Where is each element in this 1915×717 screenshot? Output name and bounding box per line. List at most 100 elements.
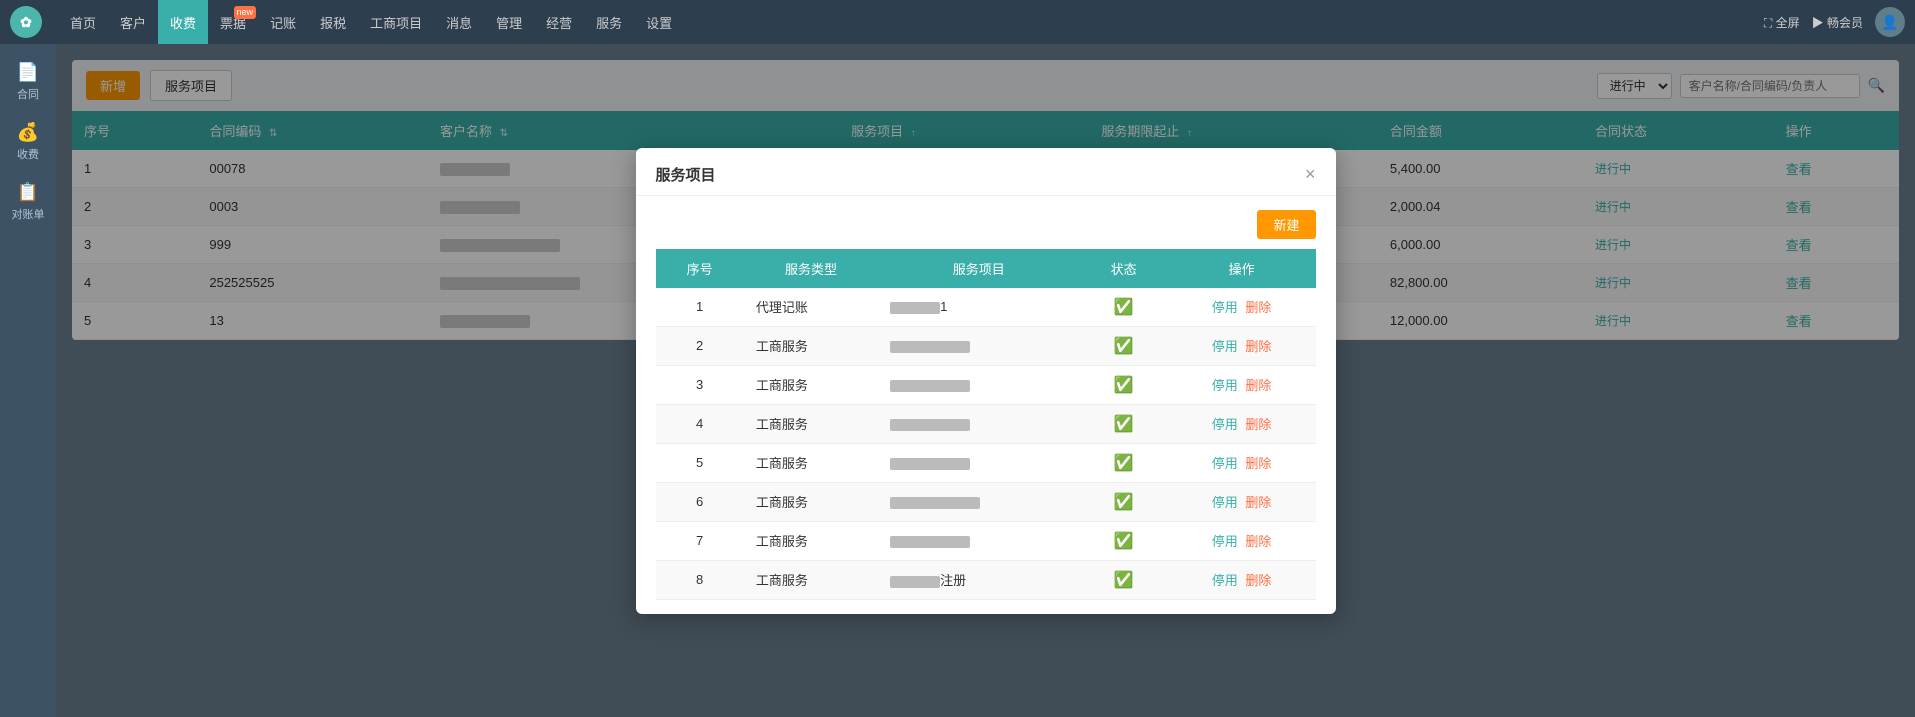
modal-col-item: 服务项目 (878, 249, 1079, 288)
modal-body: 新建 序号 服务类型 服务项目 状态 操作 (636, 196, 1336, 614)
stop-button[interactable]: 停用 (1212, 300, 1238, 315)
delete-button[interactable]: 删除 (1245, 573, 1271, 588)
modal-title: 服务项目 (656, 164, 716, 185)
modal-cell-status: ✅ (1079, 404, 1167, 443)
list-item: 5 工商服务 ✅ 停用 删除 (656, 443, 1316, 482)
nav-message[interactable]: 消息 (434, 0, 484, 44)
modal-cell-status: ✅ (1079, 560, 1167, 599)
modal-cell-action[interactable]: 停用 删除 (1168, 404, 1316, 443)
modal-cell-status: ✅ (1079, 288, 1167, 327)
billing-icon: 💰 (17, 122, 39, 143)
modal-cell-status: ✅ (1079, 365, 1167, 404)
modal-col-type: 服务类型 (744, 249, 878, 288)
delete-button[interactable]: 删除 (1245, 534, 1271, 549)
list-item: 4 工商服务 ✅ 停用 删除 (656, 404, 1316, 443)
delete-button[interactable]: 删除 (1245, 417, 1271, 432)
list-item: 3 工商服务 ✅ 停用 删除 (656, 365, 1316, 404)
contract-icon: 📄 (17, 62, 39, 83)
modal-cell-item: 注册 (878, 560, 1079, 599)
status-check-icon: ✅ (1114, 455, 1134, 472)
stop-button[interactable]: 停用 (1212, 573, 1238, 588)
delete-button[interactable]: 删除 (1245, 339, 1271, 354)
nav-home[interactable]: 首页 (58, 0, 108, 44)
new-badge: new (234, 6, 257, 19)
modal-cell-item (878, 365, 1079, 404)
nav-service[interactable]: 服务 (584, 0, 634, 44)
modal-cell-type: 工商服务 (744, 482, 878, 521)
stop-button[interactable]: 停用 (1212, 378, 1238, 393)
delete-button[interactable]: 删除 (1245, 456, 1271, 471)
sidebar-contract-label: 合同 (17, 86, 39, 102)
stop-button[interactable]: 停用 (1212, 456, 1238, 471)
modal-cell-seq: 7 (656, 521, 744, 560)
modal-cell-action[interactable]: 停用 删除 (1168, 560, 1316, 599)
modal-cell-seq: 1 (656, 288, 744, 327)
delete-button[interactable]: 删除 (1245, 300, 1271, 315)
modal-cell-status: ✅ (1079, 443, 1167, 482)
modal-cell-type: 工商服务 (744, 365, 878, 404)
modal-close-button[interactable]: × (1305, 165, 1316, 183)
nav-settings[interactable]: 设置 (634, 0, 684, 44)
modal-cell-seq: 3 (656, 365, 744, 404)
modal-cell-action[interactable]: 停用 删除 (1168, 482, 1316, 521)
nav-invoice[interactable]: 票据 new (208, 0, 258, 44)
stop-button[interactable]: 停用 (1212, 417, 1238, 432)
modal-cell-type: 工商服务 (744, 404, 878, 443)
status-check-icon: ✅ (1114, 377, 1134, 394)
list-item: 8 工商服务 注册 ✅ 停用 删除 (656, 560, 1316, 599)
modal-cell-action[interactable]: 停用 删除 (1168, 443, 1316, 482)
modal-col-status: 状态 (1079, 249, 1167, 288)
nav-tax[interactable]: 报税 (308, 0, 358, 44)
modal-cell-action[interactable]: 停用 删除 (1168, 521, 1316, 560)
nav-commerce[interactable]: 工商项目 (358, 0, 434, 44)
member-btn[interactable]: ▶ 畅会员 (1812, 14, 1863, 31)
modal-new-button[interactable]: 新建 (1257, 210, 1315, 239)
right-tools: ⛶ 全屏 ▶ 畅会员 👤 (1764, 7, 1905, 37)
status-check-icon: ✅ (1114, 338, 1134, 355)
status-check-icon: ✅ (1114, 494, 1134, 511)
service-items-table: 序号 服务类型 服务项目 状态 操作 1 代理记账 1 ✅ 停用 (656, 249, 1316, 600)
modal-cell-action[interactable]: 停用 删除 (1168, 288, 1316, 327)
sidebar-reconcile-label: 对账单 (12, 206, 45, 222)
nav-billing[interactable]: 收费 (158, 0, 208, 44)
logo[interactable]: ✿ (10, 6, 42, 38)
sidebar-item-reconcile[interactable]: 📋 对账单 (3, 174, 53, 230)
delete-button[interactable]: 删除 (1245, 495, 1271, 510)
delete-button[interactable]: 删除 (1245, 378, 1271, 393)
fullscreen-btn[interactable]: ⛶ 全屏 (1764, 14, 1800, 31)
stop-button[interactable]: 停用 (1212, 339, 1238, 354)
modal-cell-status: ✅ (1079, 326, 1167, 365)
nav-manage[interactable]: 管理 (484, 0, 534, 44)
modal-cell-action[interactable]: 停用 删除 (1168, 326, 1316, 365)
top-nav: ✿ 首页 客户 收费 票据 new 记账 报税 工商项目 消息 管理 经营 服务… (0, 0, 1915, 44)
sidebar-item-contract[interactable]: 📄 合同 (3, 54, 53, 110)
modal-cell-seq: 8 (656, 560, 744, 599)
modal-col-action: 操作 (1168, 249, 1316, 288)
modal-cell-type: 工商服务 (744, 326, 878, 365)
nav-bookkeeping[interactable]: 记账 (258, 0, 308, 44)
modal-cell-type: 工商服务 (744, 443, 878, 482)
modal-cell-item: 1 (878, 288, 1079, 327)
nav-customer[interactable]: 客户 (108, 0, 158, 44)
sidebar-item-billing[interactable]: 💰 收费 (3, 114, 53, 170)
modal-cell-action[interactable]: 停用 删除 (1168, 365, 1316, 404)
stop-button[interactable]: 停用 (1212, 534, 1238, 549)
modal-cell-status: ✅ (1079, 482, 1167, 521)
list-item: 7 工商服务 ✅ 停用 删除 (656, 521, 1316, 560)
modal-cell-seq: 5 (656, 443, 744, 482)
modal-cell-seq: 6 (656, 482, 744, 521)
modal-cell-item (878, 326, 1079, 365)
nav-operation[interactable]: 经营 (534, 0, 584, 44)
modal-header: 服务项目 × (636, 148, 1336, 196)
service-items-modal: 服务项目 × 新建 序号 服务类型 服务项目 (636, 148, 1336, 614)
stop-button[interactable]: 停用 (1212, 495, 1238, 510)
user-avatar[interactable]: 👤 (1875, 7, 1905, 37)
modal-overlay: 服务项目 × 新建 序号 服务类型 服务项目 (56, 44, 1915, 717)
list-item: 2 工商服务 ✅ 停用 删除 (656, 326, 1316, 365)
modal-cell-seq: 4 (656, 404, 744, 443)
sidebar-billing-label: 收费 (17, 146, 39, 162)
modal-cell-item (878, 521, 1079, 560)
modal-table-wrap[interactable]: 序号 服务类型 服务项目 状态 操作 1 代理记账 1 ✅ 停用 (656, 249, 1316, 600)
modal-cell-seq: 2 (656, 326, 744, 365)
modal-cell-type: 工商服务 (744, 521, 878, 560)
